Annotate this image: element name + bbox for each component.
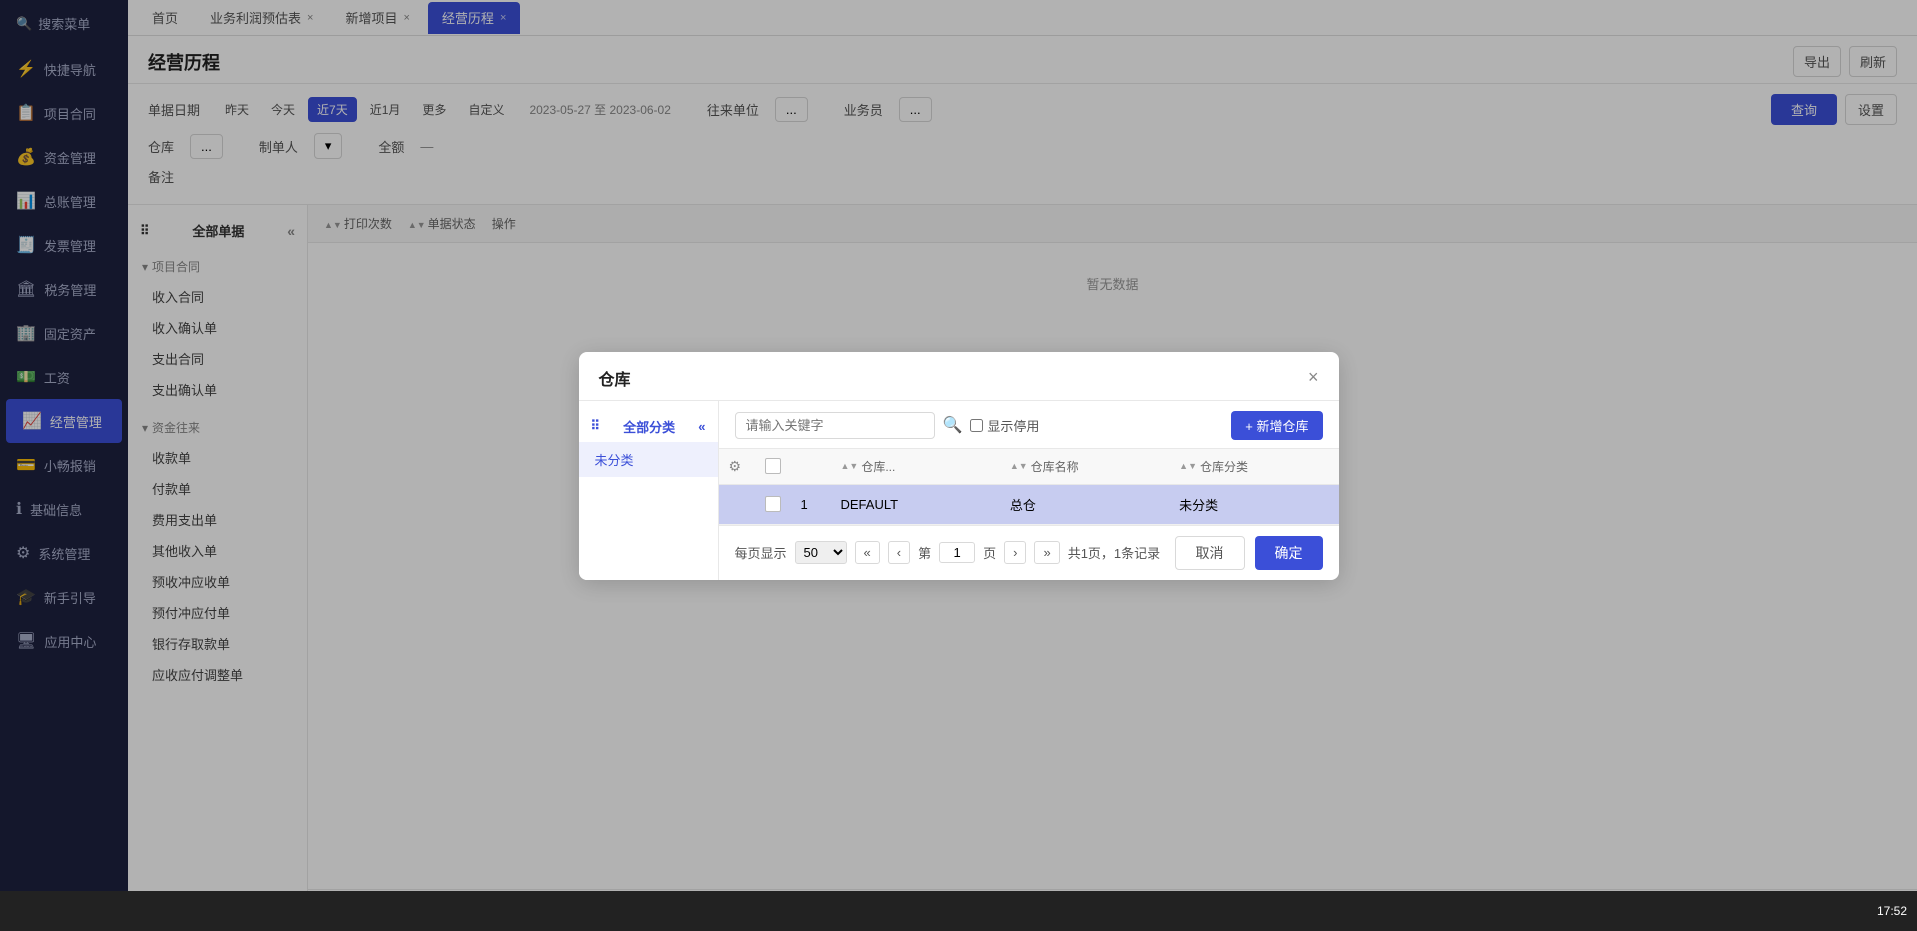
modal-left-collapse-icon[interactable]: « <box>698 419 705 434</box>
th-category: ▲▼ 仓库分类 <box>1169 458 1338 475</box>
confirm-button[interactable]: 确定 <box>1255 536 1323 570</box>
taskbar-time: 17:52 <box>1877 904 1907 918</box>
modal-per-page-select[interactable]: 50 100 <box>795 541 847 564</box>
modal-pagination: 每页显示 50 100 « ‹ 第 页 › » 共1页，1条记录 <box>735 541 1161 564</box>
th-code-label: 仓库... <box>861 458 895 475</box>
row-index: 1 <box>791 497 831 512</box>
th-checkbox <box>755 458 791 474</box>
modal-left-all-label: 全部分类 <box>623 417 675 436</box>
row-name: 总仓 <box>1000 495 1169 514</box>
modal-page-suffix: 页 <box>983 543 996 562</box>
modal-right-panel: 🔍 显示停用 + 新增仓库 ⚙ <box>719 401 1339 580</box>
th-code: ▲▼ 仓库... <box>831 458 1000 475</box>
row-code: DEFAULT <box>831 497 1000 512</box>
modal-overlay: 仓库 × ⠿ 全部分类 « 未分类 🔍 <box>0 0 1917 931</box>
th-name: ▲▼ 仓库名称 <box>1000 458 1169 475</box>
disabled-checkbox[interactable] <box>970 419 983 432</box>
modal-next-btn[interactable]: › <box>1004 541 1026 564</box>
modal-left-panel: ⠿ 全部分类 « 未分类 <box>579 401 719 580</box>
modal-total-label: 共1页，1条记录 <box>1068 543 1160 562</box>
taskbar-right: 17:52 <box>1877 904 1917 918</box>
table-row[interactable]: 1 DEFAULT 总仓 未分类 <box>719 485 1339 525</box>
modal-add-btn[interactable]: + 新增仓库 <box>1231 411 1322 440</box>
row-checkbox-input[interactable] <box>765 496 781 512</box>
modal-toolbar: 🔍 显示停用 + 新增仓库 <box>719 401 1339 449</box>
th-category-label: 仓库分类 <box>1200 458 1248 475</box>
modal-page-label: 第 <box>918 543 931 562</box>
th-settings: ⚙ <box>719 458 755 475</box>
modal-prev-btn[interactable]: ‹ <box>888 541 910 564</box>
modal-table: ⚙ ▲▼ 仓库... ▲▼ 仓库名称 <box>719 449 1339 525</box>
row-checkbox[interactable] <box>755 496 791 512</box>
modal-per-page-label: 每页显示 <box>735 543 787 562</box>
sort-arrows-icon3: ▲▼ <box>1179 461 1197 471</box>
row-category: 未分类 <box>1169 495 1338 514</box>
sort-arrows-icon: ▲▼ <box>841 461 859 471</box>
cancel-button[interactable]: 取消 <box>1175 536 1245 570</box>
modal-table-header: ⚙ ▲▼ 仓库... ▲▼ 仓库名称 <box>719 449 1339 485</box>
modal-first-btn[interactable]: « <box>855 541 880 564</box>
modal-search-input[interactable] <box>735 412 935 439</box>
th-name-label: 仓库名称 <box>1031 458 1079 475</box>
modal-body: ⠿ 全部分类 « 未分类 🔍 显示停用 <box>579 401 1339 580</box>
modal-title: 仓库 <box>599 366 631 390</box>
all-category-icon: ⠿ <box>591 418 601 434</box>
modal-actions: 取消 确定 <box>1175 536 1323 570</box>
warehouse-modal: 仓库 × ⠿ 全部分类 « 未分类 🔍 <box>579 352 1339 580</box>
modal-search-icon[interactable]: 🔍 <box>943 415 963 435</box>
modal-show-disabled-checkbox[interactable]: 显示停用 <box>970 416 1039 435</box>
modal-search-area: 🔍 显示停用 <box>735 412 1040 439</box>
modal-left-item-uncategorized[interactable]: 未分类 <box>579 442 718 477</box>
select-all-checkbox[interactable] <box>765 458 781 474</box>
show-disabled-label: 显示停用 <box>987 416 1039 435</box>
sort-arrows-icon2: ▲▼ <box>1010 461 1028 471</box>
modal-header: 仓库 × <box>579 352 1339 401</box>
gear-icon[interactable]: ⚙ <box>729 458 742 475</box>
taskbar: 17:52 <box>0 891 1917 931</box>
modal-left-header[interactable]: ⠿ 全部分类 « <box>579 411 718 442</box>
modal-footer: 每页显示 50 100 « ‹ 第 页 › » 共1页，1条记录 <box>719 525 1339 580</box>
modal-close-icon[interactable]: × <box>1308 367 1319 388</box>
modal-page-input[interactable] <box>939 542 975 563</box>
modal-last-btn[interactable]: » <box>1034 541 1059 564</box>
